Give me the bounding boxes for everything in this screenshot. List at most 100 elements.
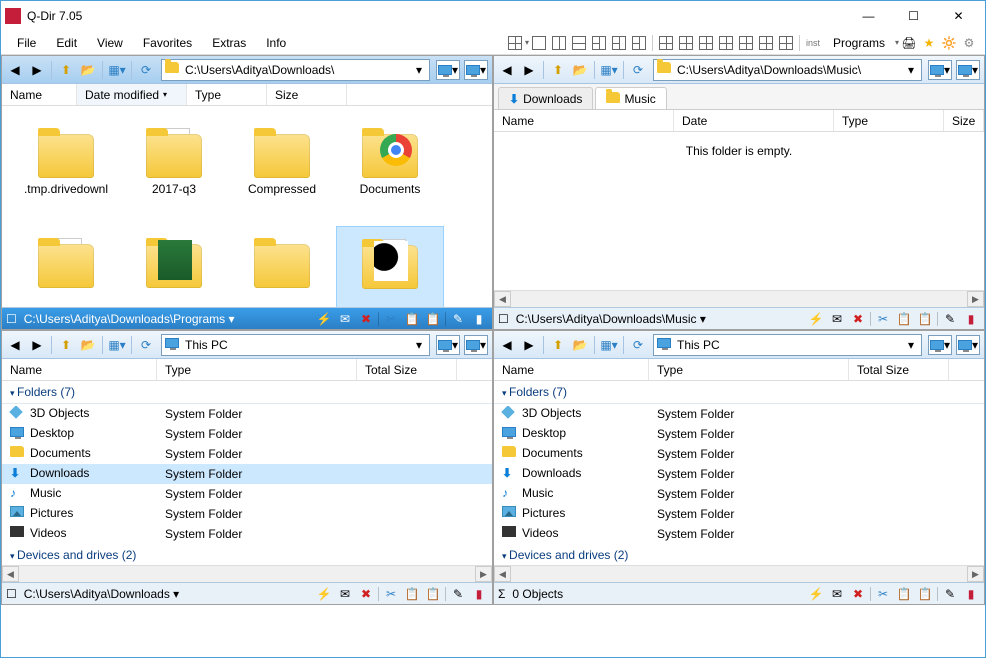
mail-icon[interactable]: ✉	[828, 585, 846, 603]
layout-4-button[interactable]	[506, 34, 524, 52]
layout-3a-button[interactable]	[590, 34, 608, 52]
marker-icon[interactable]: ▮	[962, 585, 980, 603]
view-mode-2[interactable]: ▾	[956, 60, 980, 80]
view-mode-1[interactable]: ▾	[928, 335, 952, 355]
list-row[interactable]: Videos System Folder	[494, 524, 984, 544]
edit-icon[interactable]: ✎	[941, 310, 959, 328]
folder-item[interactable]: Compressed	[228, 116, 336, 226]
list-row[interactable]: Documents System Folder	[2, 444, 492, 464]
menu-favorites[interactable]: Favorites	[133, 33, 202, 53]
flash-icon[interactable]: ⚡	[315, 310, 333, 328]
folder-item[interactable]: Documents	[336, 116, 444, 226]
copy-icon[interactable]: 📋	[895, 310, 913, 328]
forward-button[interactable]: ▶	[27, 60, 47, 80]
delete-icon[interactable]: ✖	[357, 310, 375, 328]
column-type[interactable]: Type	[187, 84, 267, 105]
scroll-right[interactable]: ▶	[967, 566, 984, 582]
copy-icon[interactable]: 📋	[403, 585, 421, 603]
layout-q3-button[interactable]	[697, 34, 715, 52]
view-mode-1[interactable]: ▾	[436, 60, 460, 80]
column-name[interactable]: Name	[2, 84, 77, 105]
refresh-button[interactable]: ⟳	[628, 335, 648, 355]
minimize-button[interactable]: —	[846, 2, 891, 30]
edit-icon[interactable]: ✎	[941, 585, 959, 603]
list-row[interactable]: Desktop System Folder	[2, 424, 492, 444]
group-header[interactable]: Devices and drives (2)	[2, 544, 492, 565]
refresh-button[interactable]: ⟳	[136, 60, 156, 80]
layout-3c-button[interactable]	[630, 34, 648, 52]
layout-q1-button[interactable]	[657, 34, 675, 52]
paste-icon[interactable]: 📋	[424, 310, 442, 328]
options-icon[interactable]: ⚙	[960, 34, 978, 52]
status-checkbox[interactable]: ☐	[6, 587, 17, 601]
scroll-left[interactable]: ◀	[494, 291, 511, 307]
back-button[interactable]: ◀	[497, 60, 517, 80]
list-row[interactable]: Documents System Folder	[494, 444, 984, 464]
flash-icon[interactable]: ⚡	[315, 585, 333, 603]
edit-icon[interactable]: ✎	[449, 585, 467, 603]
column-date[interactable]: Date	[674, 110, 834, 131]
layout-q7-button[interactable]	[777, 34, 795, 52]
up-button[interactable]: ⬆	[548, 335, 568, 355]
layout-2v-button[interactable]	[550, 34, 568, 52]
content-area[interactable]: .tmp.drivedownl 2017-q3 Compressed Docum…	[2, 106, 492, 307]
copy-icon[interactable]: 📋	[403, 310, 421, 328]
up-button[interactable]: ⬆	[56, 335, 76, 355]
address-bar[interactable]: C:\Users\Aditya\Downloads\Music\ ▾	[653, 59, 922, 81]
list-row[interactable]: 3D Objects System Folder	[494, 404, 984, 424]
scroll-left[interactable]: ◀	[494, 566, 511, 582]
cut-icon[interactable]: ✂	[874, 310, 892, 328]
cut-icon[interactable]: ✂	[382, 585, 400, 603]
folder-item[interactable]: 2017-q3	[120, 116, 228, 226]
print-icon[interactable]: 🖨	[900, 34, 918, 52]
view-mode-1[interactable]: ▾	[928, 60, 952, 80]
view-mode-2[interactable]: ▾	[956, 335, 980, 355]
view-mode-2[interactable]: ▾	[464, 60, 488, 80]
view-mode-1[interactable]: ▾	[436, 335, 460, 355]
content-area[interactable]: Folders (7) 3D Objects System Folder Des…	[494, 381, 984, 565]
list-row[interactable]: ♪Music System Folder	[494, 484, 984, 504]
column-date-modified[interactable]: Date modified ▾	[77, 84, 187, 105]
address-dropdown[interactable]: ▾	[412, 338, 426, 352]
refresh-button[interactable]: ⟳	[136, 335, 156, 355]
copy-icon[interactable]: 📋	[895, 585, 913, 603]
delete-icon[interactable]: ✖	[357, 585, 375, 603]
back-button[interactable]: ◀	[5, 60, 25, 80]
up-button[interactable]: ⬆	[56, 60, 76, 80]
scroll-right[interactable]: ▶	[475, 566, 492, 582]
forward-button[interactable]: ▶	[27, 335, 47, 355]
layout-2h-button[interactable]	[570, 34, 588, 52]
explore-button[interactable]: 📂	[78, 335, 98, 355]
list-row[interactable]: Videos System Folder	[2, 524, 492, 544]
scroll-right[interactable]: ▶	[967, 291, 984, 307]
column-total-size[interactable]: Total Size	[849, 359, 949, 380]
menu-view[interactable]: View	[87, 33, 133, 53]
inst-icon[interactable]: inst	[804, 34, 822, 52]
flash-icon[interactable]: ⚡	[807, 585, 825, 603]
paste-icon[interactable]: 📋	[916, 585, 934, 603]
star-icon[interactable]: ★	[920, 34, 938, 52]
column-type[interactable]: Type	[157, 359, 357, 380]
cut-icon[interactable]: ✂	[382, 310, 400, 328]
paste-icon[interactable]: 📋	[424, 585, 442, 603]
horizontal-scrollbar[interactable]: ◀ ▶	[494, 565, 984, 582]
edit-icon[interactable]: ✎	[449, 310, 467, 328]
views-button[interactable]: ▦▾	[107, 60, 127, 80]
folder-item[interactable]: .tmp.drivedownl	[12, 116, 120, 226]
mail-icon[interactable]: ✉	[336, 585, 354, 603]
layout-1-button[interactable]	[530, 34, 548, 52]
column-name[interactable]: Name	[494, 359, 649, 380]
list-row[interactable]: 3D Objects System Folder	[2, 404, 492, 424]
cut-icon[interactable]: ✂	[874, 585, 892, 603]
content-area[interactable]: This folder is empty.	[494, 132, 984, 290]
marker-icon[interactable]: ▮	[470, 310, 488, 328]
group-header[interactable]: Folders (7)	[2, 381, 492, 404]
address-bar[interactable]: This PC ▾	[653, 334, 922, 356]
refresh-button[interactable]: ⟳	[628, 60, 648, 80]
layout-3b-button[interactable]	[610, 34, 628, 52]
views-button[interactable]: ▦▾	[107, 335, 127, 355]
marker-icon[interactable]: ▮	[962, 310, 980, 328]
explore-button[interactable]: 📂	[78, 60, 98, 80]
column-size[interactable]: Size	[267, 84, 347, 105]
flash-icon[interactable]: ⚡	[807, 310, 825, 328]
